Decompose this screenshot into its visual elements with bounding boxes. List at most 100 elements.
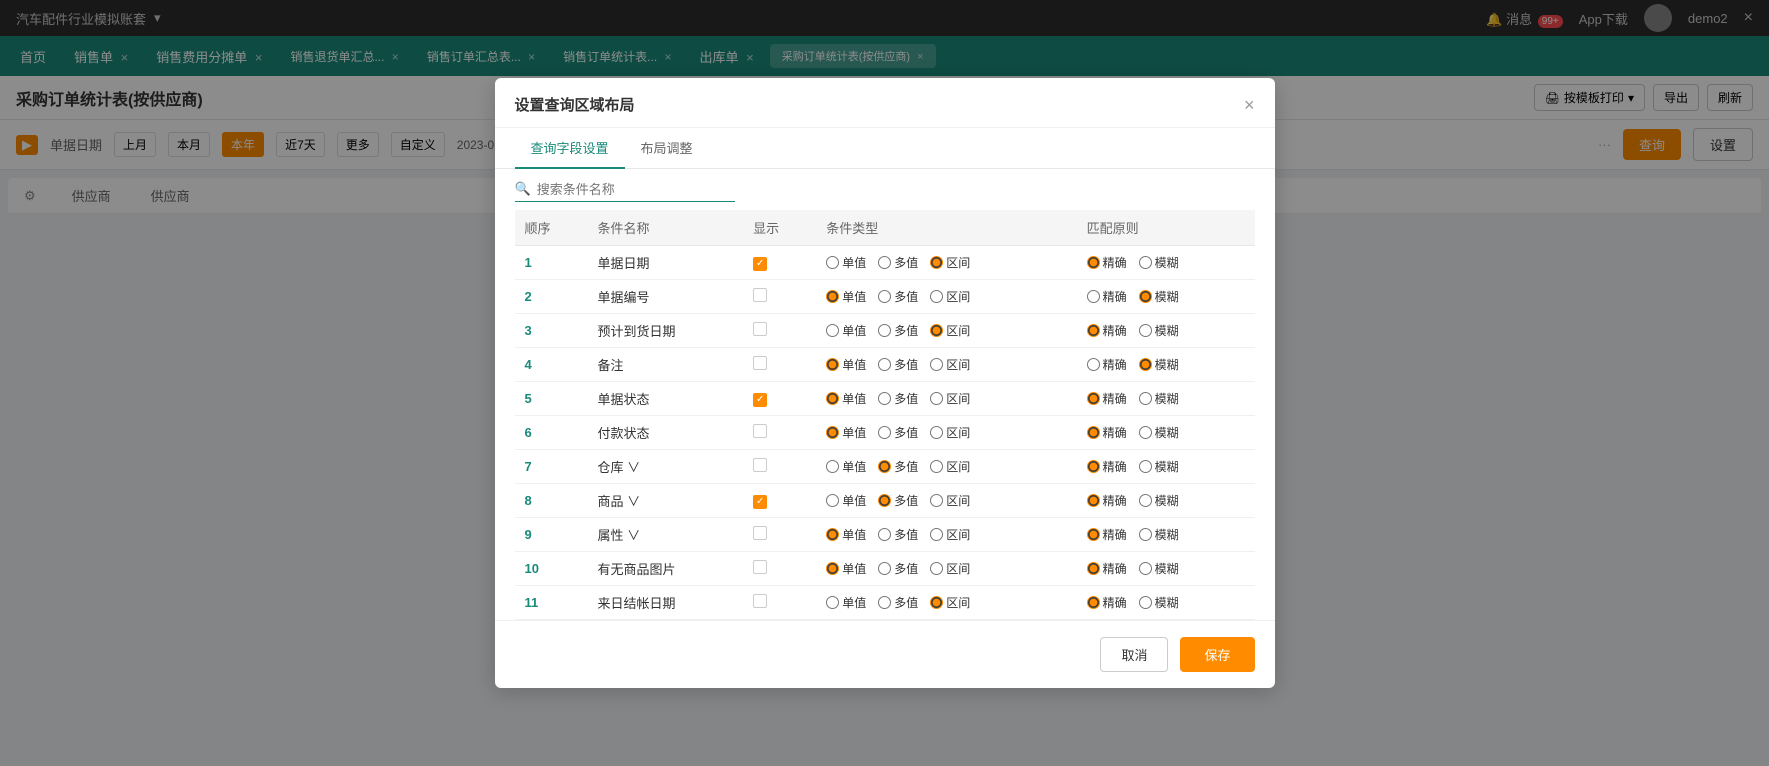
type-option-多值[interactable]: 多值	[878, 492, 918, 509]
type-option-区间[interactable]: 区间	[930, 390, 970, 407]
type-option-单值[interactable]: 单值	[826, 594, 866, 611]
match-option-精确[interactable]: 精确	[1087, 424, 1127, 441]
type-option-多值[interactable]: 多值	[878, 458, 918, 475]
table-row: 8商品 ∨单值多值区间精确模糊	[515, 484, 1255, 518]
match-option-模糊[interactable]: 模糊	[1139, 322, 1179, 339]
type-option-单值[interactable]: 单值	[826, 356, 866, 373]
type-option-多值[interactable]: 多值	[878, 526, 918, 543]
cell-type: 单值多值区间	[816, 450, 1076, 484]
match-option-精确[interactable]: 精确	[1087, 560, 1127, 577]
type-option-区间[interactable]: 区间	[930, 288, 970, 305]
match-option-模糊[interactable]: 模糊	[1139, 390, 1179, 407]
type-option-多值[interactable]: 多值	[878, 254, 918, 271]
cell-display[interactable]	[743, 280, 816, 314]
cell-name: 属性 ∨	[588, 518, 744, 552]
type-option-区间[interactable]: 区间	[930, 560, 970, 577]
display-checkbox[interactable]	[753, 526, 767, 540]
display-checkbox[interactable]	[753, 458, 767, 472]
type-option-单值[interactable]: 单值	[826, 560, 866, 577]
match-option-精确[interactable]: 精确	[1087, 322, 1127, 339]
type-option-单值[interactable]: 单值	[826, 390, 866, 407]
tab-query-fields[interactable]: 查询字段设置	[515, 128, 625, 169]
cell-display[interactable]	[743, 246, 816, 280]
type-option-单值[interactable]: 单值	[826, 254, 866, 271]
type-option-单值[interactable]: 单值	[826, 492, 866, 509]
type-option-区间[interactable]: 区间	[930, 458, 970, 475]
cell-order: 2	[515, 280, 588, 314]
match-option-精确[interactable]: 精确	[1087, 526, 1127, 543]
match-option-模糊[interactable]: 模糊	[1139, 458, 1179, 475]
type-option-多值[interactable]: 多值	[878, 594, 918, 611]
type-option-多值[interactable]: 多值	[878, 424, 918, 441]
match-option-模糊[interactable]: 模糊	[1139, 492, 1179, 509]
tab-layout-adjust[interactable]: 布局调整	[625, 128, 709, 169]
match-option-精确[interactable]: 精确	[1087, 288, 1127, 305]
type-option-区间[interactable]: 区间	[930, 322, 970, 339]
type-option-单值[interactable]: 单值	[826, 424, 866, 441]
type-option-多值[interactable]: 多值	[878, 560, 918, 577]
display-checkbox[interactable]	[753, 257, 767, 271]
type-option-多值[interactable]: 多值	[878, 322, 918, 339]
type-option-区间[interactable]: 区间	[930, 254, 970, 271]
display-checkbox[interactable]	[753, 594, 767, 608]
type-option-区间[interactable]: 区间	[930, 526, 970, 543]
match-option-模糊[interactable]: 模糊	[1139, 560, 1179, 577]
cell-display[interactable]	[743, 518, 816, 552]
match-option-精确[interactable]: 精确	[1087, 390, 1127, 407]
type-option-单值[interactable]: 单值	[826, 322, 866, 339]
match-option-模糊[interactable]: 模糊	[1139, 594, 1179, 611]
table-row: 2单据编号单值多值区间精确模糊	[515, 280, 1255, 314]
cell-display[interactable]	[743, 382, 816, 416]
display-checkbox[interactable]	[753, 424, 767, 438]
display-checkbox[interactable]	[753, 560, 767, 574]
col-match: 匹配原则	[1077, 210, 1255, 246]
match-option-模糊[interactable]: 模糊	[1139, 526, 1179, 543]
match-option-模糊[interactable]: 模糊	[1139, 288, 1179, 305]
match-option-模糊[interactable]: 模糊	[1139, 424, 1179, 441]
save-button[interactable]: 保存	[1180, 637, 1254, 672]
table-row: 6付款状态单值多值区间精确模糊	[515, 416, 1255, 450]
type-option-多值[interactable]: 多值	[878, 356, 918, 373]
match-option-精确[interactable]: 精确	[1087, 594, 1127, 611]
type-option-区间[interactable]: 区间	[930, 594, 970, 611]
match-option-模糊[interactable]: 模糊	[1139, 254, 1179, 271]
col-type: 条件类型	[816, 210, 1076, 246]
cell-display[interactable]	[743, 314, 816, 348]
cell-display[interactable]	[743, 484, 816, 518]
display-checkbox[interactable]	[753, 356, 767, 370]
type-option-单值[interactable]: 单值	[826, 288, 866, 305]
match-option-精确[interactable]: 精确	[1087, 492, 1127, 509]
search-box: 🔍	[515, 181, 735, 202]
display-checkbox[interactable]	[753, 495, 767, 509]
cell-type: 单值多值区间	[816, 518, 1076, 552]
match-option-精确[interactable]: 精确	[1087, 356, 1127, 373]
type-option-区间[interactable]: 区间	[930, 424, 970, 441]
dialog-table: 顺序 条件名称 显示 条件类型 匹配原则 1单据日期单值多值区间精确模糊2单据编…	[515, 210, 1255, 620]
table-row: 11来日结帐日期单值多值区间精确模糊	[515, 586, 1255, 620]
type-option-多值[interactable]: 多值	[878, 288, 918, 305]
type-option-单值[interactable]: 单值	[826, 458, 866, 475]
type-option-区间[interactable]: 区间	[930, 356, 970, 373]
display-checkbox[interactable]	[753, 322, 767, 336]
cell-type: 单值多值区间	[816, 280, 1076, 314]
type-option-区间[interactable]: 区间	[930, 492, 970, 509]
cell-match: 精确模糊	[1077, 518, 1255, 552]
match-option-精确[interactable]: 精确	[1087, 254, 1127, 271]
display-checkbox[interactable]	[753, 393, 767, 407]
cell-display[interactable]	[743, 450, 816, 484]
cell-display[interactable]	[743, 586, 816, 620]
search-input[interactable]	[537, 182, 717, 197]
cancel-button[interactable]: 取消	[1100, 637, 1168, 672]
display-checkbox[interactable]	[753, 288, 767, 302]
cell-match: 精确模糊	[1077, 382, 1255, 416]
cell-display[interactable]	[743, 416, 816, 450]
cell-order: 6	[515, 416, 588, 450]
type-option-单值[interactable]: 单值	[826, 526, 866, 543]
match-option-模糊[interactable]: 模糊	[1139, 356, 1179, 373]
cell-display[interactable]	[743, 552, 816, 586]
cell-match: 精确模糊	[1077, 416, 1255, 450]
match-option-精确[interactable]: 精确	[1087, 458, 1127, 475]
type-option-多值[interactable]: 多值	[878, 390, 918, 407]
cell-display[interactable]	[743, 348, 816, 382]
dialog-close-button[interactable]: ×	[1244, 96, 1255, 114]
